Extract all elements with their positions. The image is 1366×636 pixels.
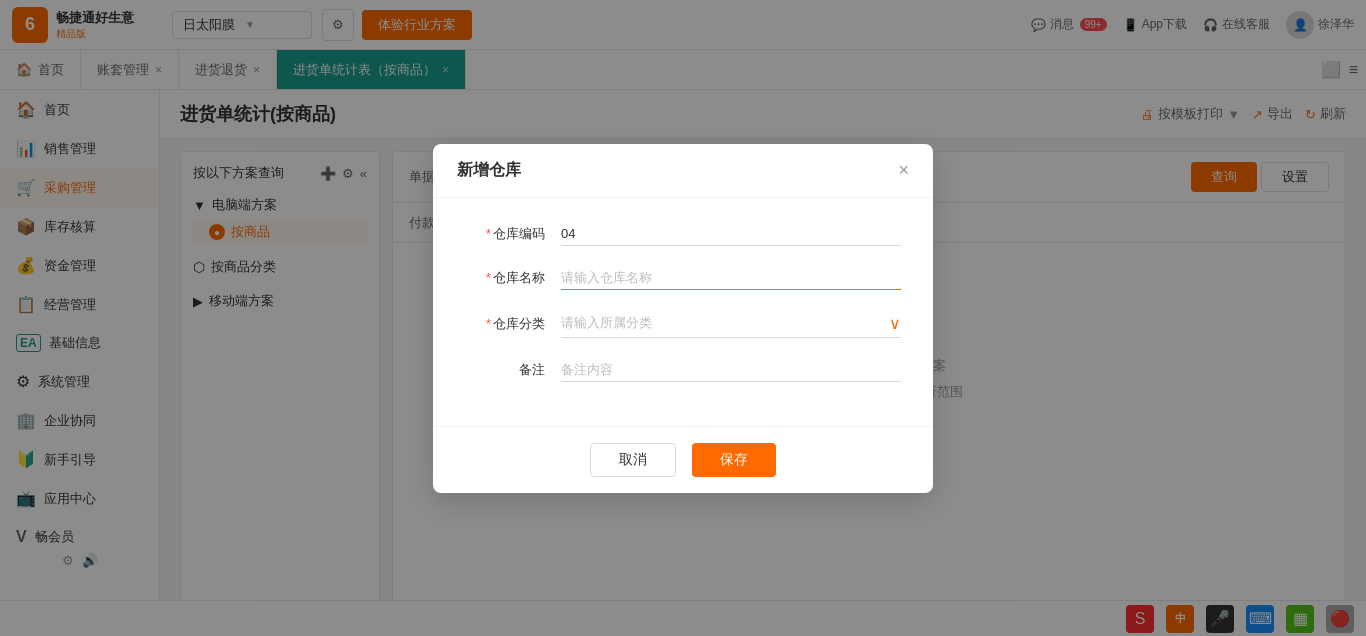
warehouse-remark-row: 备注 xyxy=(465,358,901,382)
modal-close-button[interactable]: × xyxy=(898,161,909,179)
warehouse-category-select[interactable]: 请输入所属分类 ∨ xyxy=(561,310,901,338)
category-dropdown-icon: ∨ xyxy=(889,314,901,333)
warehouse-remark-label: 备注 xyxy=(465,361,545,379)
warehouse-name-row: *仓库名称 xyxy=(465,266,901,290)
warehouse-code-row: *仓库编码 xyxy=(465,222,901,246)
add-warehouse-modal: 新增仓库 × *仓库编码 *仓库名称 *仓库分类 xyxy=(433,144,933,493)
modal-overlay[interactable]: 新增仓库 × *仓库编码 *仓库名称 *仓库分类 xyxy=(0,0,1366,636)
warehouse-category-row: *仓库分类 请输入所属分类 ∨ xyxy=(465,310,901,338)
save-button[interactable]: 保存 xyxy=(692,443,776,477)
modal-header: 新增仓库 × xyxy=(433,144,933,198)
modal-title: 新增仓库 xyxy=(457,160,521,181)
warehouse-remark-input[interactable] xyxy=(561,358,901,382)
warehouse-name-input[interactable] xyxy=(561,266,901,290)
modal-footer: 取消 保存 xyxy=(433,426,933,493)
warehouse-code-input[interactable] xyxy=(561,222,901,246)
cancel-button[interactable]: 取消 xyxy=(590,443,676,477)
warehouse-name-label: *仓库名称 xyxy=(465,269,545,287)
modal-body: *仓库编码 *仓库名称 *仓库分类 请输入所属分类 ∨ xyxy=(433,198,933,426)
warehouse-category-label: *仓库分类 xyxy=(465,315,545,333)
warehouse-code-label: *仓库编码 xyxy=(465,225,545,243)
